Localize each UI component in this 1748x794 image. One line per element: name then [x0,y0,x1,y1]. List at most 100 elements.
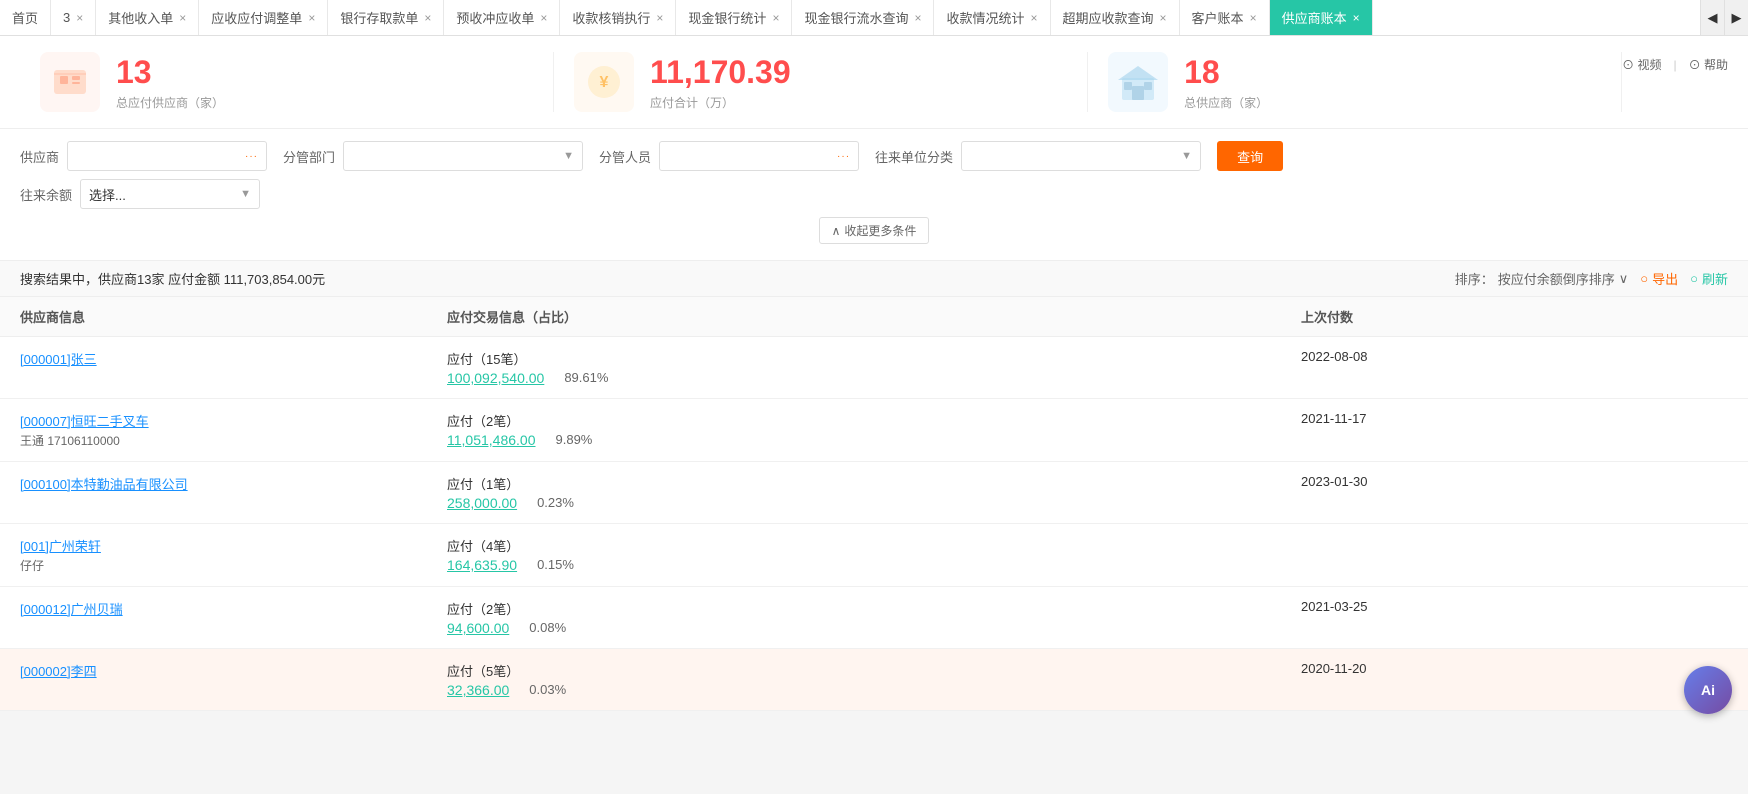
balance-select[interactable]: 选择... ▼ [80,179,260,209]
tx-label-1: 应付（15笔） [447,349,1301,368]
nav-tab-bank-deposit-close[interactable]: × [424,11,431,25]
nav-tab-advance-offset[interactable]: 预收冲应收单 × [444,0,560,36]
filter-department: 分管部门 ▼ [283,141,583,171]
tx-amount-6[interactable]: 32,366.00 [447,682,509,698]
supplier-link-5[interactable]: [000012]广州贝瑞 [20,599,447,618]
nav-tab-cash-bank-stat-close[interactable]: × [772,11,779,25]
tx-info-2: 应付（2笔） 11,051,486.00 9.89% [447,411,1301,448]
table-row: [000002]李四 应付（5笔） 32,366.00 0.03% 2020-1… [0,649,1748,711]
tx-row-4: 164,635.90 0.15% [447,555,1301,573]
nav-tab-collection-stat-close[interactable]: × [1031,11,1038,25]
export-label: 导出 [1652,269,1678,288]
supplier-link-6[interactable]: [000002]李四 [20,661,447,680]
col-header-supplier: 供应商信息 [20,307,447,326]
svg-text:¥: ¥ [600,74,609,91]
tx-percent-6: 0.03% [529,682,566,697]
person-input-dots: ··· [837,151,850,162]
last-payment-1: 2022-08-08 [1301,349,1728,364]
export-button[interactable]: ○ 导出 [1640,269,1678,288]
nav-tab-ap-adjust-close[interactable]: × [308,11,315,25]
table-row: [000012]广州贝瑞 应付（2笔） 94,600.00 0.08% 2021… [0,587,1748,649]
filter-row-1: 供应商 ··· 分管部门 ▼ 分管人员 ··· 往来单位分类 ▼ [20,141,1728,171]
tx-info-3: 应付（1笔） 258,000.00 0.23% [447,474,1301,511]
filter-bar: 供应商 ··· 分管部门 ▼ 分管人员 ··· 往来单位分类 ▼ [0,129,1748,261]
balance-select-value: 选择... [89,185,126,204]
nav-tab-supplier-account[interactable]: 供应商账本 × [1270,0,1373,36]
summary-text-total-suppliers: 18 总供应商（家） [1184,53,1268,110]
nav-tab-overdue-ar-close[interactable]: × [1160,11,1167,25]
nav-tab-other-income[interactable]: 其他收入单 × [96,0,199,36]
table-row: [000001]张三 应付（15笔） 100,092,540.00 89.61%… [0,337,1748,399]
supplier-info-5: [000012]广州贝瑞 [20,599,447,618]
nav-tab-bank-deposit[interactable]: 银行存取款单 × [328,0,444,36]
filter-supplier: 供应商 ··· [20,141,267,171]
nav-tab-3[interactable]: 3 × [51,0,96,36]
category-select[interactable]: ▼ [961,141,1201,171]
filter-person: 分管人员 ··· [599,141,859,171]
person-input[interactable]: ··· [659,141,859,171]
header-tools: ⊙ 视频 | ⊙ 帮助 [1622,56,1728,73]
amount-value: 11,170.39 [650,53,791,91]
results-summary: 搜索结果中，供应商13家 应付金额 111,703,854.00元 [20,269,325,288]
nav-tab-cash-bank-stat[interactable]: 现金银行统计 × [676,0,792,36]
nav-tab-collection-verify-close[interactable]: × [656,11,663,25]
tx-row-3: 258,000.00 0.23% [447,493,1301,511]
tx-row-5: 94,600.00 0.08% [447,618,1301,636]
nav-tab-customer-account-close[interactable]: × [1250,11,1257,25]
nav-tab-home-label: 首页 [12,8,38,27]
tx-info-4: 应付（4笔） 164,635.90 0.15% [447,536,1301,573]
nav-tab-collection-verify[interactable]: 收款核销执行 × [560,0,676,36]
nav-tab-cash-bank-flow[interactable]: 现金银行流水查询 × [792,0,934,36]
ai-button-label: Ai [1701,682,1715,698]
nav-tab-other-income-close[interactable]: × [179,11,186,25]
money-icon: ¥ [574,52,634,112]
department-select[interactable]: ▼ [343,141,583,171]
supplier-link-4[interactable]: [001]广州荣轩 [20,536,447,555]
nav-tab-collection-stat[interactable]: 收款情况统计 × [934,0,1050,36]
tx-amount-3[interactable]: 258,000.00 [447,495,517,511]
nav-tab-ap-adjust-label: 应收应付调整单 [211,8,302,27]
nav-tab-3-close[interactable]: × [76,11,83,25]
search-button[interactable]: 查询 [1217,141,1283,171]
nav-right-arrow[interactable]: ▶ [1724,0,1748,36]
supplier-info-4: [001]广州荣轩 仔仔 [20,536,447,574]
nav-tab-cash-bank-stat-label: 现金银行统计 [688,8,766,27]
nav-tab-customer-account[interactable]: 客户账本 × [1180,0,1270,36]
nav-tab-home[interactable]: 首页 [0,0,51,36]
tx-amount-1[interactable]: 100,092,540.00 [447,370,544,386]
supplier-link-2[interactable]: [000007]恒旺二手叉车 [20,411,447,430]
tx-amount-2[interactable]: 11,051,486.00 [447,432,536,448]
table-header: 供应商信息 应付交易信息（占比） 上次付数 [0,297,1748,337]
sort-select[interactable]: 排序： 按应付余额倒序排序 ∨ [1455,269,1629,288]
nav-tab-overdue-ar[interactable]: 超期应收款查询 × [1051,0,1180,36]
nav-left-arrow[interactable]: ◀ [1700,0,1724,36]
sort-label: 排序： [1455,269,1494,288]
tx-amount-4[interactable]: 164,635.90 [447,557,517,573]
summary-text-amount: 11,170.39 应付合计（万） [650,53,791,110]
video-link[interactable]: ⊙ 视频 [1622,56,1661,73]
table-row: [000100]本特勤油品有限公司 应付（1笔） 258,000.00 0.23… [0,462,1748,524]
nav-tab-overdue-ar-label: 超期应收款查询 [1063,8,1154,27]
tx-amount-5[interactable]: 94,600.00 [447,620,509,636]
supplier-info-6: [000002]李四 [20,661,447,680]
tx-percent-1: 89.61% [564,370,608,385]
supplier-link-3[interactable]: [000100]本特勤油品有限公司 [20,474,447,493]
filter-category: 往来单位分类 ▼ [875,141,1201,171]
nav-tab-advance-offset-close[interactable]: × [540,11,547,25]
collapse-button[interactable]: ∧ 收起更多条件 [819,217,930,244]
nav-tab-bank-deposit-label: 银行存取款单 [340,8,418,27]
nav-tab-3-label: 3 [63,10,70,25]
nav-tab-supplier-account-close[interactable]: × [1353,11,1360,25]
refresh-button[interactable]: ○ 刷新 [1690,269,1728,288]
ai-button[interactable]: Ai [1684,666,1732,714]
help-link[interactable]: ⊙ 帮助 [1689,56,1728,73]
nav-tab-ap-adjust[interactable]: 应收应付调整单 × [199,0,328,36]
supplier-link-1[interactable]: [000001]张三 [20,349,447,368]
nav-tab-cash-bank-flow-close[interactable]: × [914,11,921,25]
amount-label: 应付合计（万） [650,94,791,111]
results-summary-text: 搜索结果中，供应商13家 应付金额 111,703,854.00元 [20,272,325,287]
tx-row-6: 32,366.00 0.03% [447,680,1301,698]
supplier-input[interactable]: ··· [67,141,267,171]
category-select-arrow: ▼ [1181,150,1192,162]
table-row: [001]广州荣轩 仔仔 应付（4笔） 164,635.90 0.15% [0,524,1748,587]
